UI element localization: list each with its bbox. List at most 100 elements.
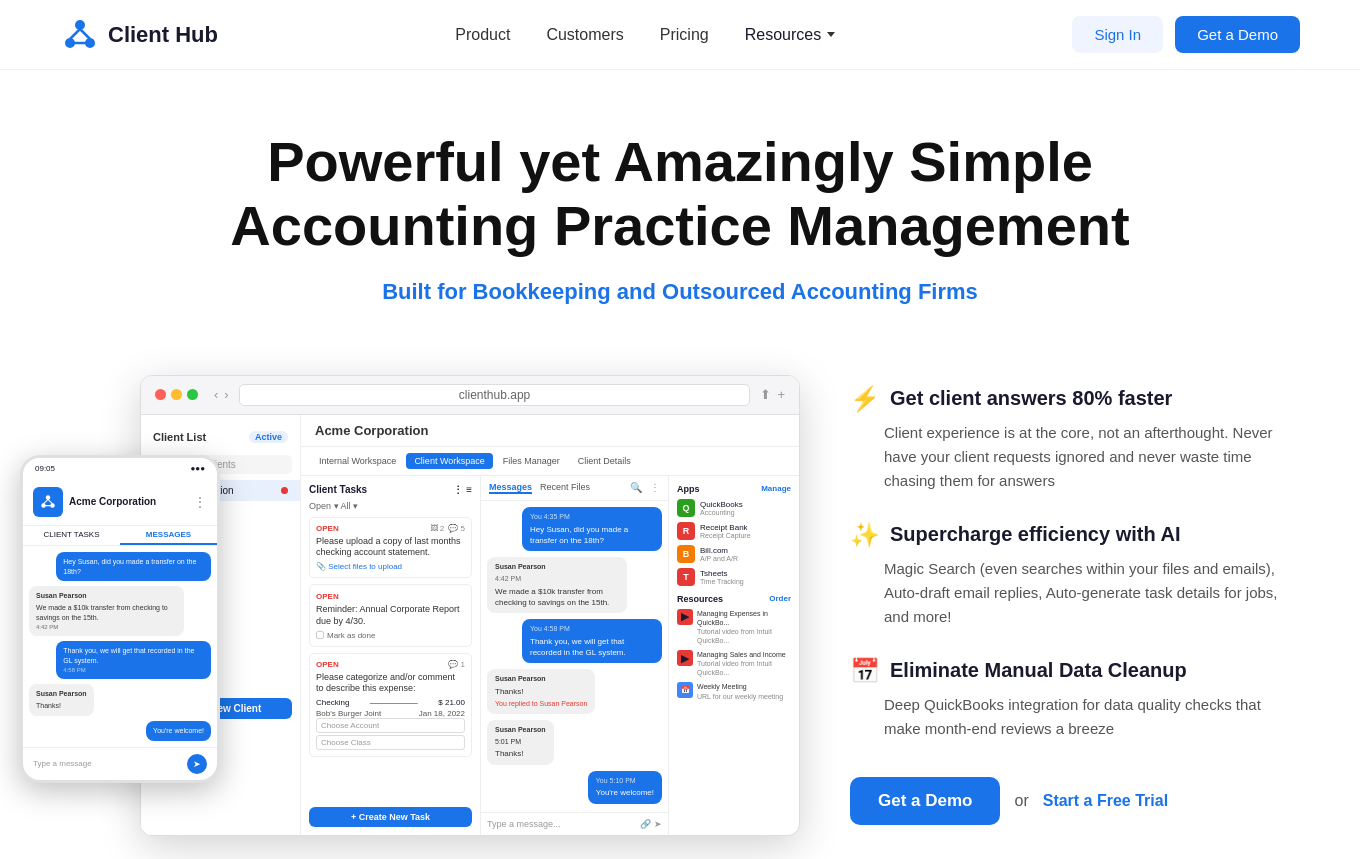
app-three-col: Client Tasks ⋮ ≡ Open ▾ All ▾ OPEN 🖼 2 xyxy=(301,476,799,835)
send-icon[interactable]: 🔗 ➤ xyxy=(640,819,662,829)
mobile-logo xyxy=(33,487,63,517)
feature-2-header: ✨ Supercharge efficiency with AI xyxy=(850,521,1300,549)
feature-3-header: 📅 Eliminate Manual Data Cleanup xyxy=(850,657,1300,685)
back-icon[interactable]: ‹ xyxy=(214,387,218,402)
browser-nav-arrows: ‹ › xyxy=(214,387,229,402)
msg-5: Susan Pearson 5:01 PM Thanks! xyxy=(487,720,554,765)
apps-section: Apps Manage Q QuickBooks Accounting xyxy=(677,484,791,586)
tab-files[interactable]: Files Manager xyxy=(495,453,568,469)
hero-subtitle: Built for Bookkeeping and Outsourced Acc… xyxy=(40,279,1320,305)
upload-button[interactable]: 📎 Select files to upload xyxy=(316,562,465,571)
msg-4: Susan Pearson Thanks! You replied to Sus… xyxy=(487,669,595,714)
navbar: Client Hub Product Customers Pricing Res… xyxy=(0,0,1360,70)
conv-more-icon[interactable]: ⋮ xyxy=(650,482,660,494)
conv-tab-files[interactable]: Recent Files xyxy=(540,482,590,494)
app-main-header: Acme Corporation xyxy=(301,415,799,447)
browser-bar: ‹ › clienthub.app ⬆ + xyxy=(141,376,799,415)
task-filter[interactable]: Open ▾ All ▾ xyxy=(309,501,472,511)
feature-3-title: Eliminate Manual Data Cleanup xyxy=(890,659,1187,682)
quickbooks-icon: Q xyxy=(677,499,695,517)
play-icon-2: ▶ xyxy=(677,650,693,666)
minimize-dot xyxy=(171,389,182,400)
trial-link[interactable]: Start a Free Trial xyxy=(1043,792,1168,810)
feature-1: ⚡ Get client answers 80% faster Client e… xyxy=(850,385,1300,493)
checkbox-icon xyxy=(316,631,324,639)
tab-client[interactable]: Client Workspace xyxy=(406,453,492,469)
conv-tab-messages[interactable]: Messages xyxy=(489,482,532,494)
conv-tabs: Messages Recent Files 🔍 ⋮ xyxy=(481,476,668,501)
browser-actions: ⬆ + xyxy=(760,387,785,402)
tab-details[interactable]: Client Details xyxy=(570,453,639,469)
cta-row: Get a Demo or Start a Free Trial xyxy=(850,777,1300,825)
browser-mockup: ‹ › clienthub.app ⬆ + Client List Active xyxy=(140,375,800,836)
mobile-msg-4: Susan Pearson Thanks! xyxy=(29,684,94,716)
features-column: ⚡ Get client answers 80% faster Client e… xyxy=(850,375,1300,825)
feature-2: ✨ Supercharge efficiency with AI Magic S… xyxy=(850,521,1300,629)
share-icon[interactable]: ⬆ xyxy=(760,387,771,402)
url-bar[interactable]: clienthub.app xyxy=(239,384,751,406)
demo-button-nav[interactable]: Get a Demo xyxy=(1175,16,1300,53)
app-billcom: B Bill.com A/P and A/R xyxy=(677,545,791,563)
mobile-msg-2: Susan Pearson We made a $10k transfer fr… xyxy=(29,586,184,636)
mobile-msg-5: You're welcome! xyxy=(146,721,211,741)
meeting-item: 📅 Weekly Meeting URL for our weekly meet… xyxy=(677,682,791,700)
play-icon-1: ▶ xyxy=(677,609,693,625)
sidebar-header: Client List Active xyxy=(141,425,300,449)
forward-icon[interactable]: › xyxy=(224,387,228,402)
mobile-tabs: CLIENT TASKS MESSAGES xyxy=(23,526,217,546)
account-select[interactable]: Choose Account xyxy=(316,718,465,733)
lightning-icon: ⚡ xyxy=(850,385,880,413)
nav-resources[interactable]: Resources xyxy=(745,26,835,44)
create-task-button[interactable]: + Create New Task xyxy=(309,807,472,827)
mobile-tab-tasks[interactable]: CLIENT TASKS xyxy=(23,526,120,545)
calendar-check-icon: 📅 xyxy=(850,657,880,685)
tsheets-icon: T xyxy=(677,568,695,586)
hero-title: Powerful yet Amazingly Simple Accounting… xyxy=(230,130,1130,259)
mobile-send-button[interactable]: ➤ xyxy=(187,754,207,774)
task-item-1: OPEN 🖼 2 💬 5 Please upload a copy of las… xyxy=(309,517,472,578)
expense-row: Checking —————— $ 21.00 xyxy=(316,698,465,707)
active-badge: Active xyxy=(249,431,288,443)
app-receiptbank: R Receipt Bank Receipt Capture xyxy=(677,522,791,540)
mobile-app-bar: Acme Corporation ⋮ xyxy=(23,479,217,526)
receiptbank-icon: R xyxy=(677,522,695,540)
mobile-status-bar: 09:05 ●●● xyxy=(23,458,217,479)
mobile-input[interactable]: Type a message ➤ xyxy=(23,747,217,780)
sparkles-icon: ✨ xyxy=(850,521,880,549)
screenshot-area: 09:05 ●●● Acme Corporation ⋮ CLIENT TASK… xyxy=(60,375,800,836)
svg-point-6 xyxy=(46,495,51,500)
notification-dot xyxy=(281,487,288,494)
manage-link[interactable]: Manage xyxy=(761,484,791,494)
nav-pricing[interactable]: Pricing xyxy=(660,26,709,43)
tab-bar: Internal Workspace Client Workspace File… xyxy=(301,447,799,476)
conv-input[interactable]: Type a message... 🔗 ➤ xyxy=(481,812,668,835)
svg-line-10 xyxy=(48,499,53,504)
svg-line-3 xyxy=(70,29,80,39)
class-select[interactable]: Choose Class xyxy=(316,735,465,750)
order-link[interactable]: Order xyxy=(769,594,791,604)
signin-button[interactable]: Sign In xyxy=(1072,16,1163,53)
mobile-messages: Hey Susan, did you made a transfer on th… xyxy=(23,546,217,747)
msg-6: You 5:10 PM You're welcome! xyxy=(588,771,662,804)
app-tsheets: T Tsheets Time Tracking xyxy=(677,568,791,586)
demo-button-main[interactable]: Get a Demo xyxy=(850,777,1000,825)
nav-customers[interactable]: Customers xyxy=(546,26,623,43)
task-item-2: OPEN Reminder: Annual Corporate Report d… xyxy=(309,584,472,646)
resource-1: ▶ Managing Expenses in QuickBo... Tutori… xyxy=(677,609,791,645)
tasks-controls: ⋮ ≡ xyxy=(453,484,472,495)
chevron-down-icon xyxy=(827,32,835,37)
mark-done[interactable]: Mark as done xyxy=(316,631,465,640)
tab-internal[interactable]: Internal Workspace xyxy=(311,453,404,469)
add-tab-icon[interactable]: + xyxy=(777,387,785,402)
mobile-tab-messages[interactable]: MESSAGES xyxy=(120,526,217,545)
svg-line-9 xyxy=(44,499,49,504)
nav-product[interactable]: Product xyxy=(455,26,510,43)
task-counts: 🖼 2 💬 5 xyxy=(430,524,465,533)
app-content: Client List Active 🔍 Search clients Acme… xyxy=(141,415,799,835)
conv-messages: You 4:35 PM Hey Susan, did you made a tr… xyxy=(481,501,668,812)
app-main: Acme Corporation Internal Workspace Clie… xyxy=(301,415,799,835)
logo[interactable]: Client Hub xyxy=(60,15,218,55)
conv-search-icon[interactable]: 🔍 xyxy=(630,482,642,494)
task-item-3: OPEN 💬 1 Please categorize and/or commen… xyxy=(309,653,472,757)
mobile-mockup: 09:05 ●●● Acme Corporation ⋮ CLIENT TASK… xyxy=(20,455,220,783)
